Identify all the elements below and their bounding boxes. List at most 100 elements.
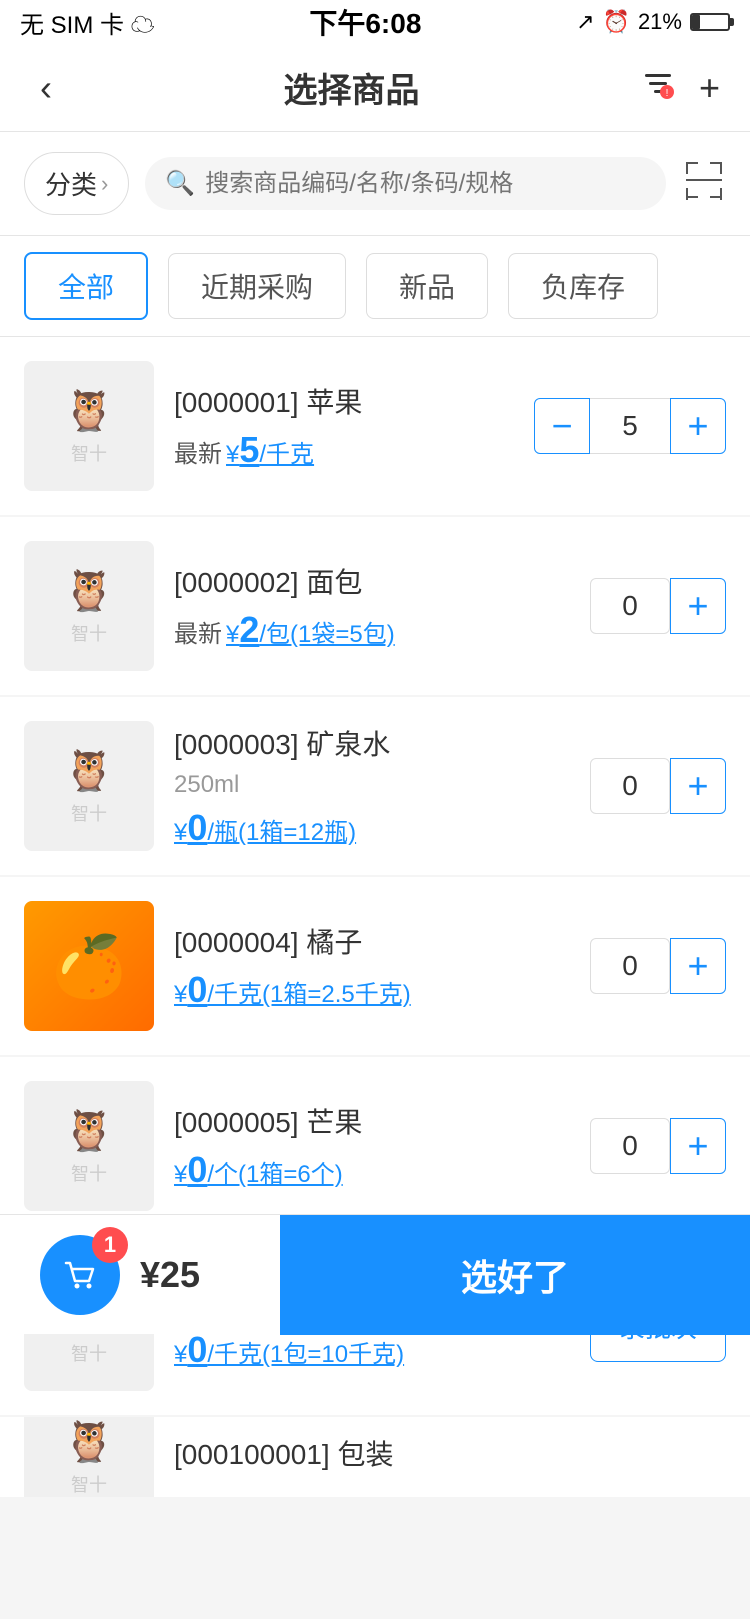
quantity-control: + (590, 938, 726, 994)
nav-bar: ‹ 选择商品 ! + (0, 44, 750, 132)
product-info: [0000004] 橘子 ¥ 0 /千克(1箱=2.5千克) (174, 921, 570, 1011)
quantity-input[interactable] (590, 1118, 670, 1174)
quantity-control: − + (534, 398, 726, 454)
price-amount: 5 (239, 429, 259, 471)
quantity-input[interactable] (590, 578, 670, 634)
product-info: [0000001] 苹果 最新 ¥ 5 /千克 (174, 381, 514, 471)
quantity-control: + (590, 578, 726, 634)
bottom-bar: 1 ¥25 选好了 (0, 1214, 750, 1334)
owl-icon: 🦉 (64, 567, 114, 614)
brand-text: 智十 (71, 1160, 107, 1186)
list-item: 🦉 智十 [0000002] 面包 最新 ¥ 2 /包(1袋=5包) + (0, 517, 750, 695)
product-price: ¥ 0 /瓶(1箱=12瓶) (174, 807, 570, 849)
scan-icon[interactable] (682, 158, 726, 210)
brand-text: 智十 (71, 1471, 107, 1497)
price-unit: /千克 (259, 434, 314, 469)
cart-section: 1 ¥25 (0, 1235, 280, 1315)
product-info: [0000003] 矿泉水 250ml ¥ 0 /瓶(1箱=12瓶) (174, 723, 570, 849)
increase-button[interactable]: + (670, 398, 726, 454)
price-amount: 2 (239, 609, 259, 651)
product-image: 🦉 智十 (24, 721, 154, 851)
price-label: 最新 (174, 614, 222, 649)
quantity-control: + (590, 1118, 726, 1174)
price-amount: 0 (187, 1329, 207, 1371)
quantity-input[interactable] (590, 938, 670, 994)
product-info: [000100001] 包装 (174, 1433, 726, 1481)
tab-bar: 全部 近期采购 新品 负库存 (0, 236, 750, 337)
chevron-icon: › (101, 171, 108, 197)
filter-icon[interactable]: ! (641, 66, 675, 109)
search-input[interactable] (205, 170, 646, 198)
owl-icon: 🦉 (64, 747, 114, 794)
category-button[interactable]: 分类 › (24, 152, 129, 215)
increase-button[interactable]: + (670, 758, 726, 814)
price-amount: 0 (187, 1149, 207, 1191)
sim-status: 无 SIM 卡 ☁ (20, 5, 155, 40)
owl-icon: 🦉 (64, 1107, 114, 1154)
brand-text: 智十 (71, 440, 107, 466)
list-item: 🦉 智十 [0000003] 矿泉水 250ml ¥ 0 /瓶(1箱=12瓶) … (0, 697, 750, 875)
increase-button[interactable]: + (670, 578, 726, 634)
page-title: 选择商品 (283, 63, 419, 112)
quantity-input[interactable] (590, 398, 670, 454)
brand-text: 智十 (71, 620, 107, 646)
search-input-wrap: 🔍 (145, 157, 666, 210)
cart-icon-button[interactable]: 1 (40, 1235, 120, 1315)
increase-button[interactable]: + (670, 1118, 726, 1174)
decrease-button[interactable]: − (534, 398, 590, 454)
price-amount: 0 (187, 969, 207, 1011)
alarm-icon: ⏰ (603, 9, 630, 35)
price-yuan: ¥ (174, 981, 187, 1009)
cart-badge: 1 (92, 1227, 128, 1263)
price-unit: /包(1袋=5包) (259, 614, 394, 649)
status-bar: 无 SIM 卡 ☁ 下午6:08 ↗ ⏰ 21% (0, 0, 750, 44)
product-info: [0000005] 芒果 ¥ 0 /个(1箱=6个) (174, 1101, 570, 1191)
increase-button[interactable]: + (670, 938, 726, 994)
svg-text:!: ! (666, 88, 669, 99)
nav-actions: ! + (641, 66, 720, 109)
list-item: 🍊 [0000004] 橘子 ¥ 0 /千克(1箱=2.5千克) + (0, 877, 750, 1055)
status-right: ↗ ⏰ 21% (576, 9, 730, 35)
price-yuan: ¥ (226, 441, 239, 469)
battery-percent: 21% (638, 9, 682, 35)
brand-text: 智十 (71, 800, 107, 826)
search-icon: 🔍 (165, 169, 195, 198)
product-name: [0000003] 矿泉水 (174, 723, 570, 763)
tab-new[interactable]: 新品 (366, 253, 488, 319)
product-price: ¥ 0 /千克(1箱=2.5千克) (174, 969, 570, 1011)
tab-all[interactable]: 全部 (24, 252, 148, 320)
product-image: 🦉 智十 (24, 361, 154, 491)
add-icon[interactable]: + (699, 67, 720, 109)
list-item: 🦉 智十 [0000001] 苹果 最新 ¥ 5 /千克 − + (0, 337, 750, 515)
product-spec: 250ml (174, 771, 570, 799)
product-name: [000100001] 包装 (174, 1433, 726, 1473)
confirm-button[interactable]: 选好了 (280, 1215, 750, 1335)
price-unit: /千克(1包=10千克) (207, 1334, 404, 1369)
status-time: 下午6:08 (309, 2, 421, 42)
product-image: 🦉 智十 (24, 541, 154, 671)
product-price: 最新 ¥ 2 /包(1袋=5包) (174, 609, 570, 651)
product-name: [0000002] 面包 (174, 561, 570, 601)
product-name: [0000001] 苹果 (174, 381, 514, 421)
list-item: 🦉 智十 [0000005] 芒果 ¥ 0 /个(1箱=6个) + (0, 1057, 750, 1235)
location-icon: ↗ (576, 9, 594, 35)
product-price: ¥ 0 /个(1箱=6个) (174, 1149, 570, 1191)
back-button[interactable]: ‹ (30, 57, 62, 119)
product-name: [0000004] 橘子 (174, 921, 570, 961)
search-bar: 分类 › 🔍 (0, 132, 750, 236)
quantity-input[interactable] (590, 758, 670, 814)
tab-recent[interactable]: 近期采购 (168, 253, 346, 319)
category-label: 分类 (45, 165, 97, 202)
tab-negative[interactable]: 负库存 (508, 253, 658, 319)
product-image: 🍊 (24, 901, 154, 1031)
product-name: [0000005] 芒果 (174, 1101, 570, 1141)
status-left: 无 SIM 卡 ☁ (20, 5, 155, 40)
battery-icon (690, 13, 730, 31)
product-price: ¥ 0 /千克(1包=10千克) (174, 1329, 570, 1371)
price-yuan: ¥ (226, 621, 239, 649)
price-unit: /瓶(1箱=12瓶) (207, 812, 356, 847)
owl-icon: 🦉 (64, 387, 114, 434)
price-amount: 0 (187, 807, 207, 849)
owl-icon: 🦉 (64, 1418, 114, 1465)
price-yuan: ¥ (174, 1161, 187, 1189)
